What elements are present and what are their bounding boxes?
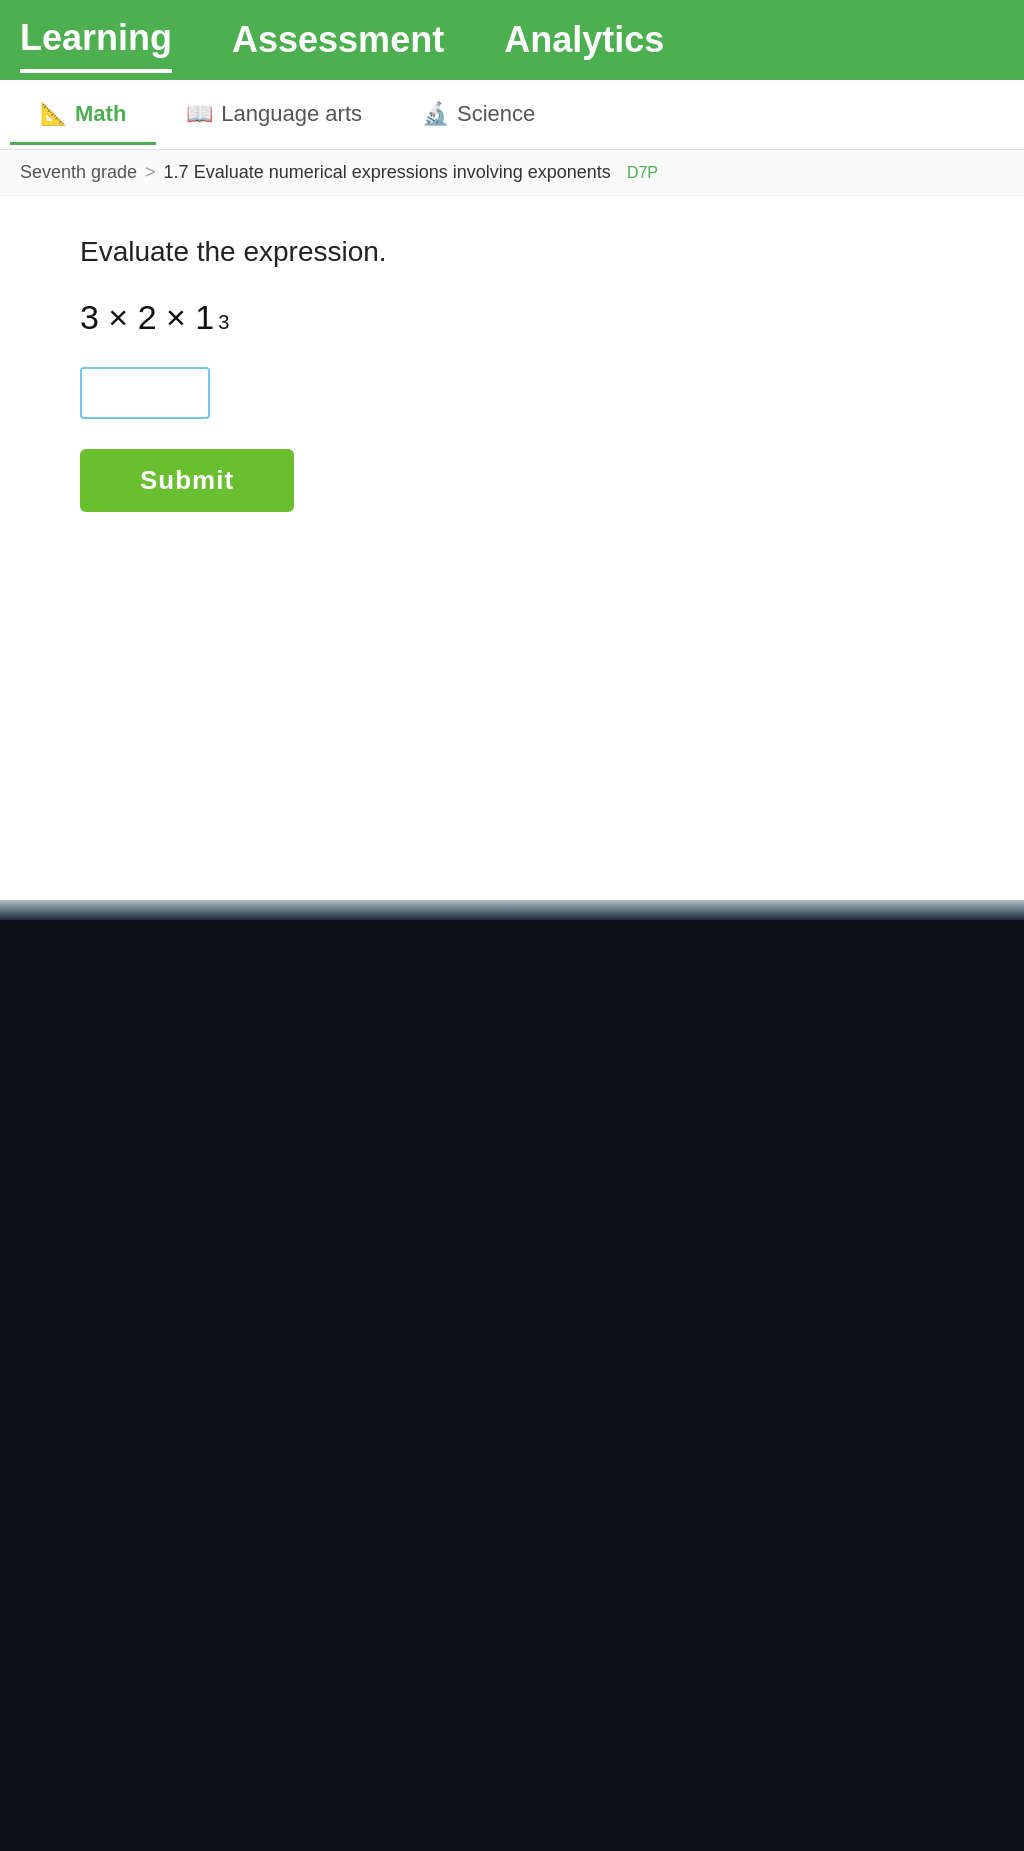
expression-text: 3 × 2 × 1 — [80, 298, 214, 337]
main-content: Evaluate the expression. 3 × 2 × 13 Subm… — [0, 196, 1024, 900]
submit-button[interactable]: Submit — [80, 449, 294, 512]
exponent: 3 — [218, 311, 229, 334]
tab-language-arts-label: Language arts — [221, 101, 362, 127]
language-arts-icon: 📖 — [186, 101, 213, 127]
nav-analytics[interactable]: Analytics — [504, 9, 664, 71]
breadcrumb-grade[interactable]: Seventh grade — [20, 162, 137, 183]
tab-science-label: Science — [457, 101, 535, 127]
breadcrumb-code: D7P — [627, 164, 658, 182]
subject-tabs: 📐 Math 📖 Language arts 🔬 Science — [0, 80, 1024, 150]
nav-learning[interactable]: Learning — [20, 7, 172, 73]
dark-area — [0, 920, 1024, 1851]
expression: 3 × 2 × 13 — [80, 298, 944, 337]
breadcrumb-topic: 1.7 Evaluate numerical expressions invol… — [164, 162, 611, 183]
tab-language-arts[interactable]: 📖 Language arts — [156, 86, 392, 145]
tab-math[interactable]: 📐 Math — [10, 86, 156, 145]
tab-science[interactable]: 🔬 Science — [392, 86, 565, 145]
question-prompt: Evaluate the expression. — [80, 236, 944, 268]
breadcrumb: Seventh grade > 1.7 Evaluate numerical e… — [0, 150, 1024, 196]
tab-math-label: Math — [75, 101, 126, 127]
breadcrumb-separator: > — [145, 162, 156, 183]
math-icon: 📐 — [40, 101, 67, 127]
bezel-shadow — [0, 900, 1024, 920]
science-icon: 🔬 — [422, 101, 449, 127]
top-nav: Learning Assessment Analytics — [0, 0, 1024, 80]
nav-assessment[interactable]: Assessment — [232, 9, 444, 71]
answer-input[interactable] — [80, 367, 210, 419]
